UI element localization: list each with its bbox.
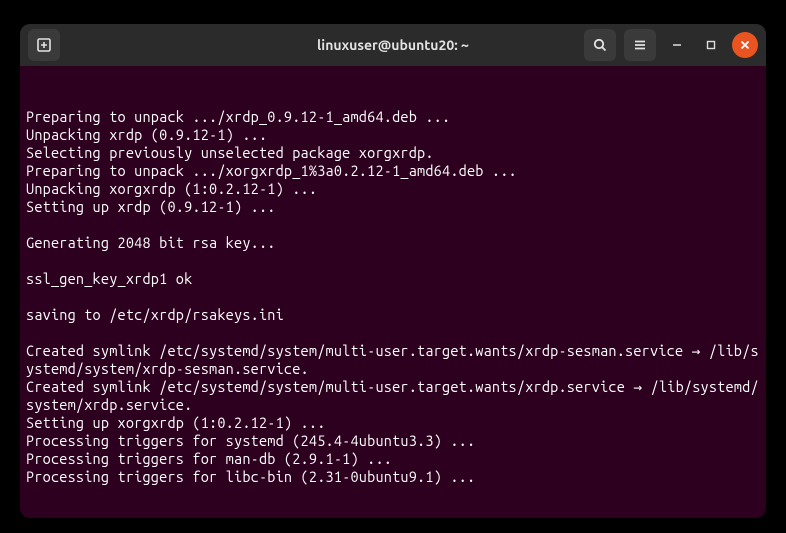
- new-tab-button[interactable]: [28, 29, 60, 61]
- maximize-button[interactable]: [698, 32, 724, 58]
- menu-button[interactable]: [624, 29, 656, 61]
- terminal-line: saving to /etc/xrdp/rsakeys.ini: [26, 306, 760, 324]
- terminal-line: Setting up xrdp (0.9.12-1) ...: [26, 198, 760, 216]
- terminal-line: Setting up xorgxrdp (1:0.2.12-1) ...: [26, 414, 760, 432]
- terminal-line: Preparing to unpack .../xorgxrdp_1%3a0.2…: [26, 162, 760, 180]
- terminal-line: Processing triggers for man-db (2.9.1-1)…: [26, 450, 760, 468]
- terminal-line: Processing triggers for systemd (245.4-4…: [26, 432, 760, 450]
- terminal-line: Selecting previously unselected package …: [26, 144, 760, 162]
- terminal-line: ssl_gen_key_xrdp1 ok: [26, 270, 760, 288]
- titlebar-left: [28, 29, 60, 61]
- terminal-output[interactable]: Preparing to unpack .../xrdp_0.9.12-1_am…: [20, 66, 766, 518]
- window-title: linuxuser@ubuntu20: ~: [317, 37, 469, 53]
- minimize-button[interactable]: [664, 32, 690, 58]
- close-button[interactable]: [732, 32, 758, 58]
- terminal-line: [26, 216, 760, 234]
- terminal-line: [26, 324, 760, 342]
- terminal-line: Unpacking xrdp (0.9.12-1) ...: [26, 126, 760, 144]
- terminal-line: [26, 252, 760, 270]
- terminal-line: Created symlink /etc/systemd/system/mult…: [26, 378, 760, 414]
- titlebar: linuxuser@ubuntu20: ~: [20, 24, 766, 66]
- terminal-line: Preparing to unpack .../xrdp_0.9.12-1_am…: [26, 108, 760, 126]
- terminal-line: [26, 288, 760, 306]
- terminal-window: linuxuser@ubuntu20: ~: [20, 24, 766, 518]
- terminal-line: Unpacking xorgxrdp (1:0.2.12-1) ...: [26, 180, 760, 198]
- terminal-line: Generating 2048 bit rsa key...: [26, 234, 760, 252]
- terminal-line: Processing triggers for libc-bin (2.31-0…: [26, 468, 760, 486]
- search-button[interactable]: [584, 29, 616, 61]
- terminal-line: Created symlink /etc/systemd/system/mult…: [26, 342, 760, 378]
- titlebar-right: [584, 29, 758, 61]
